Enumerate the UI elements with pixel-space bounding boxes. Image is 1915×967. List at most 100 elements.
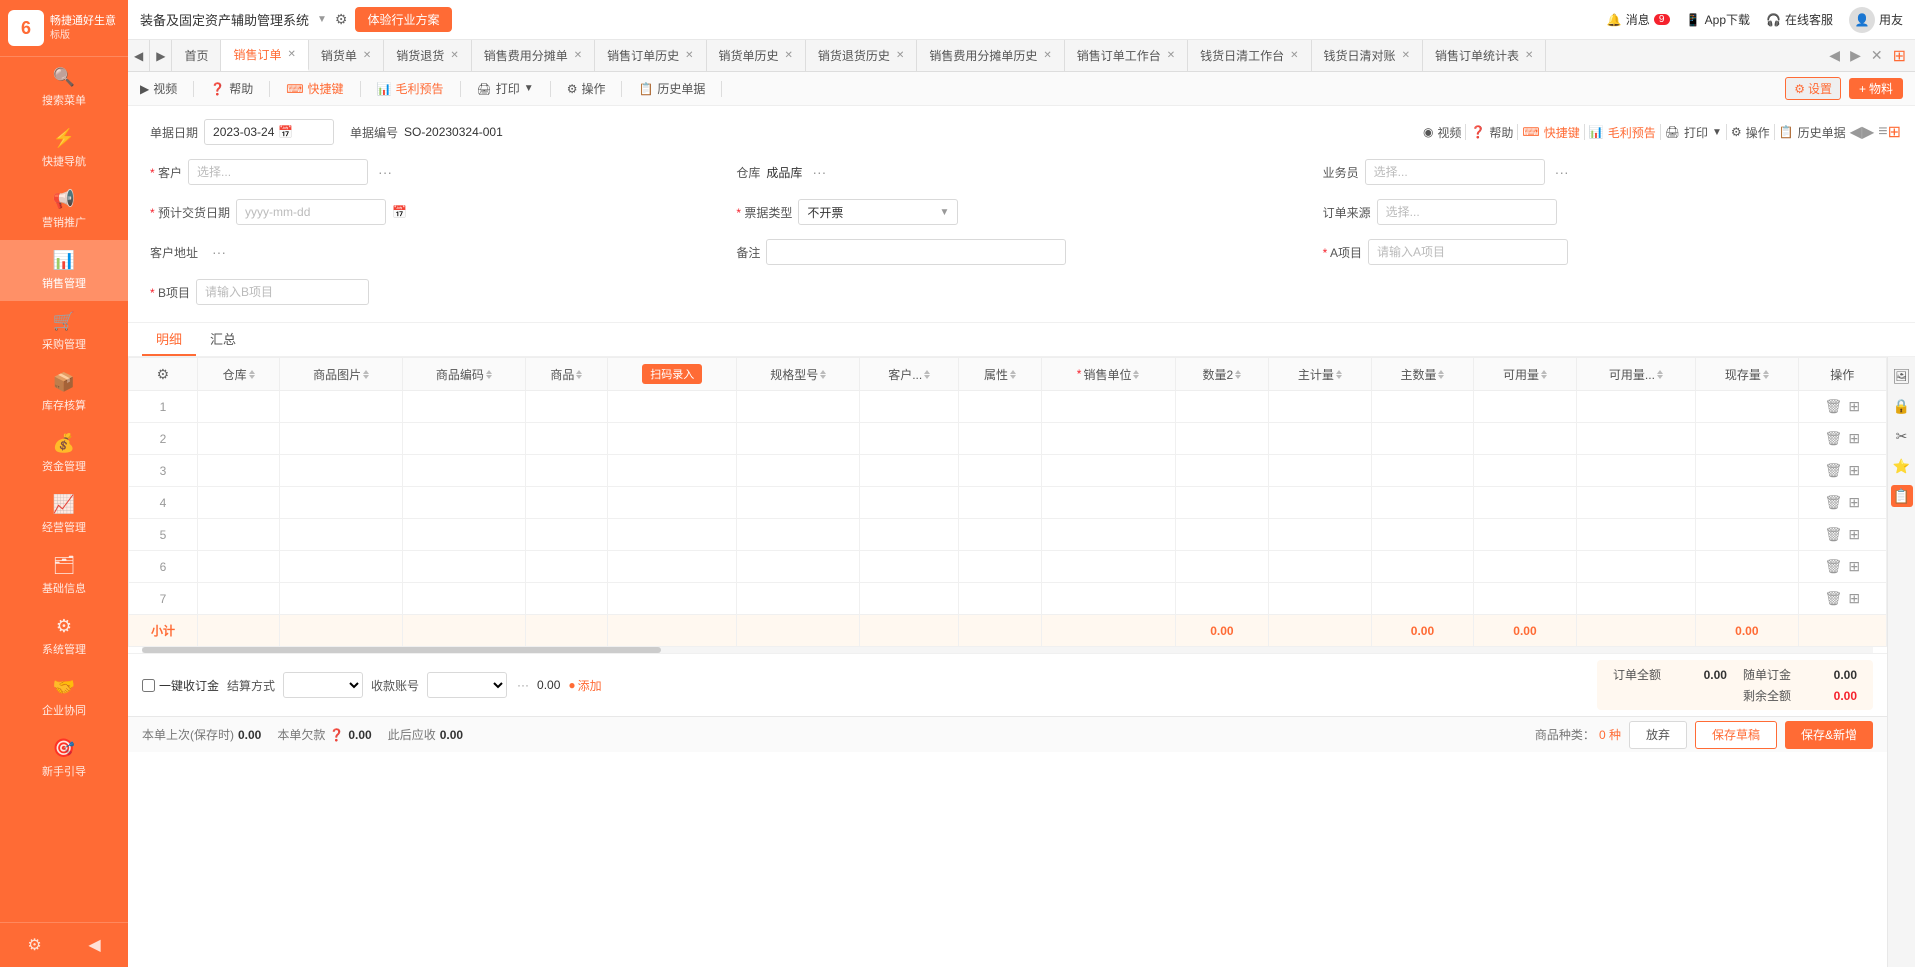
cell-gear[interactable]: 5: [129, 519, 198, 551]
cell-customer_code[interactable]: [860, 423, 959, 455]
sort-icon-image[interactable]: [363, 370, 369, 379]
next-record-icon[interactable]: ▶: [1862, 122, 1874, 142]
right-panel-icon-3[interactable]: ⭐: [1891, 455, 1913, 477]
cell-customer_code[interactable]: [860, 519, 959, 551]
tab-8[interactable]: 销售费用分摊单历史✕: [917, 40, 1064, 71]
cell-main_qty[interactable]: [1371, 487, 1474, 519]
cell-avail_qty2[interactable]: [1576, 583, 1695, 615]
cell-image[interactable]: [280, 551, 403, 583]
save-new-btn[interactable]: 保存&新增: [1785, 721, 1873, 749]
prev-record-icon[interactable]: ◀: [1850, 122, 1862, 142]
discard-btn[interactable]: 放弃: [1629, 721, 1687, 749]
cell-main_unit[interactable]: [1269, 391, 1372, 423]
copy-icon[interactable]: ⊞: [1848, 430, 1860, 447]
cell-current_qty[interactable]: [1696, 583, 1799, 615]
cell-warehouse[interactable]: [197, 423, 279, 455]
sort-icon-unit[interactable]: [1133, 370, 1139, 379]
toolbar-print2[interactable]: 🖨打印 ▼: [1665, 124, 1722, 141]
add-material-btn[interactable]: + 物料: [1849, 78, 1903, 99]
cell-gear[interactable]: 3: [129, 455, 198, 487]
cell-avail_qty[interactable]: [1474, 551, 1577, 583]
settings-bottom-icon[interactable]: ⚙: [23, 931, 45, 959]
sort-icon-customer_code[interactable]: [924, 370, 930, 379]
cell-current_qty[interactable]: [1696, 519, 1799, 551]
cell-qty2[interactable]: [1175, 487, 1269, 519]
view-video-btn[interactable]: ▶ 视频: [140, 80, 177, 97]
cell-attr[interactable]: [959, 455, 1041, 487]
cell-image[interactable]: [280, 519, 403, 551]
history-btn[interactable]: 📋 历史单据: [638, 80, 705, 97]
cell-code[interactable]: [402, 519, 525, 551]
sidebar-item-搜索菜单[interactable]: 🔍搜索菜单: [0, 57, 128, 118]
cell-current_qty[interactable]: [1696, 455, 1799, 487]
tab-6[interactable]: 销货单历史✕: [707, 40, 806, 71]
tab-4[interactable]: 销售费用分摊单✕: [472, 40, 595, 71]
tab-menu-icon[interactable]: ⊞: [1890, 46, 1909, 66]
sort-icon-warehouse[interactable]: [249, 370, 255, 379]
cell-spec[interactable]: [737, 583, 860, 615]
tab-close-10[interactable]: ✕: [1290, 50, 1298, 61]
copy-icon[interactable]: ⊞: [1848, 462, 1860, 479]
calendar-icon[interactable]: 📅: [278, 125, 293, 139]
detail-tab-1[interactable]: 汇总: [196, 323, 250, 356]
cell-gear[interactable]: 6: [129, 551, 198, 583]
cell-unit[interactable]: [1041, 487, 1175, 519]
cell-spec[interactable]: [737, 551, 860, 583]
cell-scan[interactable]: [608, 391, 737, 423]
copy-icon[interactable]: ⊞: [1848, 494, 1860, 511]
tab-5[interactable]: 销售订单历史✕: [595, 40, 706, 71]
tab-close-5[interactable]: ✕: [685, 50, 693, 61]
payment-select[interactable]: [283, 672, 363, 698]
tab-close-1[interactable]: ✕: [288, 49, 296, 60]
staff-input[interactable]: [1365, 159, 1545, 185]
cell-attr[interactable]: [959, 487, 1041, 519]
profit-btn[interactable]: 📊 毛利预告: [377, 80, 444, 97]
sort-icon-avail_qty2[interactable]: [1657, 370, 1663, 379]
cell-avail_qty2[interactable]: [1576, 487, 1695, 519]
cell-qty2[interactable]: [1175, 455, 1269, 487]
sort-icon-spec[interactable]: [820, 370, 826, 379]
cell-attr[interactable]: [959, 551, 1041, 583]
toolbar-help2[interactable]: ❓帮助: [1470, 124, 1513, 141]
tab-close-4[interactable]: ✕: [574, 50, 582, 61]
copy-icon[interactable]: ⊞: [1848, 590, 1860, 607]
cell-current_qty[interactable]: [1696, 423, 1799, 455]
cell-code[interactable]: [402, 487, 525, 519]
debit-help-icon[interactable]: ❓: [329, 728, 344, 742]
sidebar-item-基础信息[interactable]: 🗂基础信息: [0, 545, 128, 606]
ticket-type-select[interactable]: 不开票 ▼: [798, 199, 958, 225]
cell-image[interactable]: [280, 391, 403, 423]
notification-btn[interactable]: 🔔 消息 9: [1607, 11, 1670, 28]
toolbar-view2[interactable]: ◉视频: [1423, 124, 1462, 141]
cell-attr[interactable]: [959, 391, 1041, 423]
cell-customer_code[interactable]: [860, 391, 959, 423]
sort-icon-code[interactable]: [486, 370, 492, 379]
cell-main_qty[interactable]: [1371, 455, 1474, 487]
delivery-date-input[interactable]: [236, 199, 386, 225]
cell-customer_code[interactable]: [860, 487, 959, 519]
cell-product[interactable]: [525, 487, 607, 519]
save-draft-btn[interactable]: 保存草稿: [1695, 721, 1777, 749]
cell-scan[interactable]: [608, 551, 737, 583]
delete-icon[interactable]: 🗑: [1825, 526, 1843, 543]
cell-scan[interactable]: [608, 455, 737, 487]
delete-icon[interactable]: 🗑: [1825, 462, 1843, 479]
cell-warehouse[interactable]: [197, 519, 279, 551]
tab-expand-icon[interactable]: ◀: [1826, 47, 1843, 64]
cell-unit[interactable]: [1041, 455, 1175, 487]
grid-view-icon[interactable]: ⊞: [1888, 122, 1901, 142]
tab-close-9[interactable]: ✕: [1167, 50, 1175, 61]
cell-avail_qty[interactable]: [1474, 391, 1577, 423]
add-row-btn[interactable]: ● 添加: [568, 677, 601, 694]
topbar-gear-icon[interactable]: ⚙: [335, 11, 348, 28]
tab-close-11[interactable]: ✕: [1402, 50, 1410, 61]
cell-unit[interactable]: [1041, 423, 1175, 455]
cell-unit[interactable]: [1041, 391, 1175, 423]
cell-attr[interactable]: [959, 519, 1041, 551]
cell-avail_qty2[interactable]: [1576, 551, 1695, 583]
help-btn[interactable]: ❓ 帮助: [210, 80, 253, 97]
cell-gear[interactable]: 7: [129, 583, 198, 615]
delete-icon[interactable]: 🗑: [1825, 590, 1843, 607]
customer-more-icon[interactable]: ···: [378, 164, 392, 180]
tab-2[interactable]: 销货单✕: [309, 40, 384, 71]
